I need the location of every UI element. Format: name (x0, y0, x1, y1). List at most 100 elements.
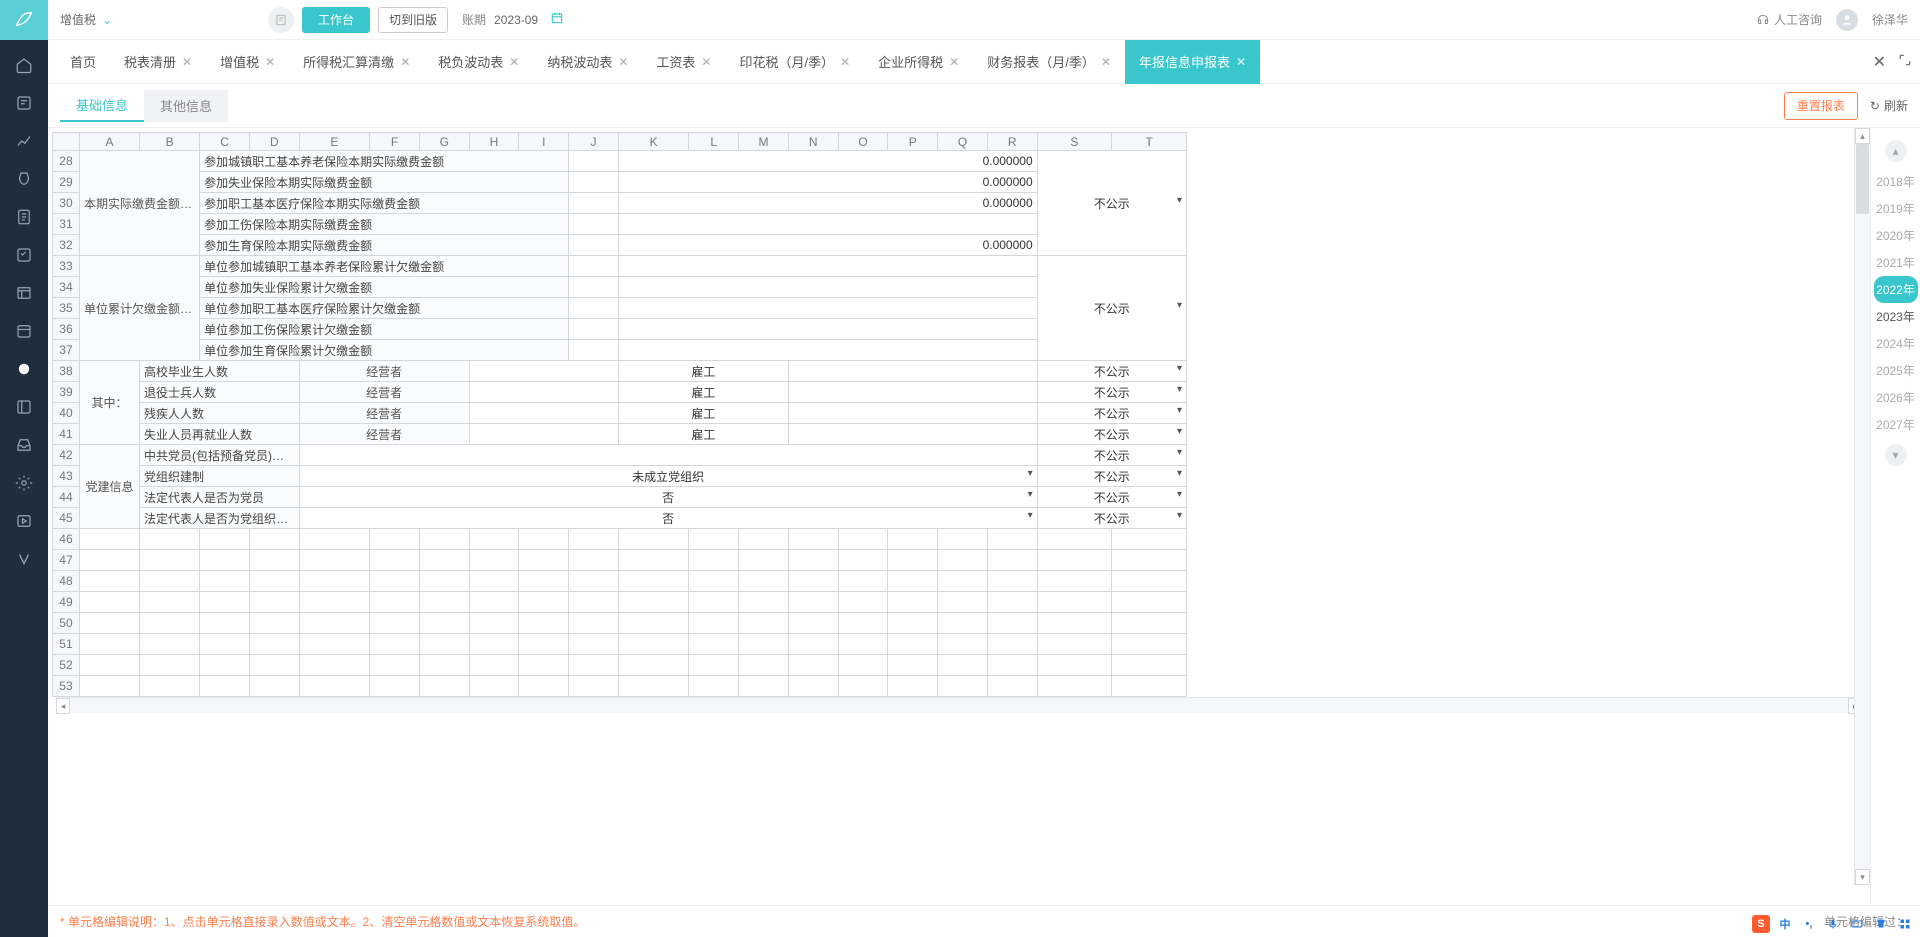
row-37[interactable]: 37 (53, 340, 80, 361)
row-28[interactable]: 28 (53, 151, 80, 172)
username[interactable]: 徐泽华 (1872, 11, 1908, 28)
value[interactable]: 0.000000 (618, 235, 1037, 256)
desc[interactable]: 残疾人人数 (140, 403, 300, 424)
cell[interactable] (689, 592, 739, 613)
col-A[interactable]: A (79, 133, 139, 151)
cell[interactable] (938, 529, 988, 550)
cell[interactable] (249, 550, 299, 571)
cell[interactable] (938, 550, 988, 571)
calendar-icon[interactable] (550, 11, 564, 28)
nav-inbox-icon[interactable] (0, 428, 48, 462)
cell[interactable] (689, 655, 739, 676)
cell[interactable] (689, 571, 739, 592)
col-G[interactable]: G (419, 133, 469, 151)
vis-select[interactable]: 不公示 (1037, 508, 1186, 529)
row-33[interactable]: 33 (53, 256, 80, 277)
cell[interactable] (739, 592, 789, 613)
cell[interactable] (569, 340, 619, 361)
vertical-scrollbar[interactable]: ▴ ▾ (1854, 128, 1870, 885)
tab-close-icon[interactable]: ✕ (949, 55, 959, 69)
nav-archive-icon[interactable] (0, 390, 48, 424)
desc[interactable]: 单位参加职工基本医疗保险累计欠缴金额 (200, 298, 569, 319)
mid-select[interactable]: 否 (299, 508, 1037, 529)
vis-select[interactable]: 不公示 (1037, 466, 1186, 487)
cell[interactable] (140, 655, 200, 676)
row-49[interactable]: 49 (53, 592, 80, 613)
cell[interactable] (618, 592, 688, 613)
col-S[interactable]: S (1037, 133, 1112, 151)
cell[interactable] (469, 529, 519, 550)
cell[interactable] (140, 613, 200, 634)
cell[interactable] (370, 550, 420, 571)
row-43[interactable]: 43 (53, 466, 80, 487)
nav-doc-icon[interactable] (0, 200, 48, 234)
ime-voice-icon[interactable] (1824, 915, 1842, 933)
cell[interactable] (299, 550, 369, 571)
desc[interactable]: 参加城镇职工基本养老保险本期实际缴费金额 (200, 151, 569, 172)
desc[interactable]: 高校毕业生人数 (140, 361, 300, 382)
year-2025年[interactable]: 2025年 (1874, 357, 1918, 384)
year-2019年[interactable]: 2019年 (1874, 195, 1918, 222)
row-41[interactable]: 41 (53, 424, 80, 445)
cell[interactable] (200, 613, 250, 634)
cell[interactable] (1037, 592, 1112, 613)
tab-纳税波动表[interactable]: 纳税波动表✕ (533, 40, 642, 84)
year-2026年[interactable]: 2026年 (1874, 384, 1918, 411)
cell[interactable] (938, 613, 988, 634)
nav-ledger-icon[interactable] (0, 86, 48, 120)
cell[interactable] (370, 676, 420, 697)
year-2021年[interactable]: 2021年 (1874, 249, 1918, 276)
ime-cn-icon[interactable]: 中 (1776, 915, 1794, 933)
year-2020年[interactable]: 2020年 (1874, 222, 1918, 249)
cell[interactable] (200, 592, 250, 613)
cell[interactable] (788, 403, 1037, 424)
cell[interactable] (249, 571, 299, 592)
nav-settings-icon[interactable] (0, 466, 48, 500)
cell[interactable] (1112, 676, 1187, 697)
nav-checklist-icon[interactable] (0, 238, 48, 272)
cell[interactable] (299, 529, 369, 550)
cell[interactable] (888, 655, 938, 676)
tab-close-icon[interactable]: ✕ (701, 55, 711, 69)
desc[interactable]: 党组织建制 (140, 466, 300, 487)
row-39[interactable]: 39 (53, 382, 80, 403)
tab-close-icon[interactable]: ✕ (840, 55, 850, 69)
cell[interactable] (569, 151, 619, 172)
cell[interactable] (987, 634, 1037, 655)
cell[interactable] (1037, 655, 1112, 676)
cell[interactable] (519, 613, 569, 634)
year-up-icon[interactable]: ▴ (1885, 140, 1907, 162)
horizontal-scrollbar[interactable]: ◂ ▸ (56, 697, 1862, 713)
col-D[interactable]: D (249, 133, 299, 151)
row-52[interactable]: 52 (53, 655, 80, 676)
tab-所得税汇算清缴[interactable]: 所得税汇算清缴✕ (289, 40, 424, 84)
tab-close-icon[interactable]: ✕ (1236, 55, 1246, 69)
col-L[interactable]: L (689, 133, 739, 151)
desc[interactable]: 单位参加生育保险累计欠缴金额 (200, 340, 569, 361)
mid-select[interactable]: 未成立党组织 (299, 466, 1037, 487)
cell[interactable] (569, 298, 619, 319)
col-C[interactable]: C (200, 133, 250, 151)
tab-企业所得税[interactable]: 企业所得税✕ (864, 40, 973, 84)
vis-select[interactable]: 不公示 (1037, 403, 1186, 424)
cell[interactable] (519, 634, 569, 655)
cell[interactable] (987, 592, 1037, 613)
cell[interactable] (1112, 634, 1187, 655)
cell[interactable] (519, 571, 569, 592)
cell[interactable] (1037, 529, 1112, 550)
value[interactable] (618, 277, 1037, 298)
cell[interactable] (888, 592, 938, 613)
year-down-icon[interactable]: ▾ (1885, 444, 1907, 466)
cell[interactable] (469, 571, 519, 592)
row-38[interactable]: 38 (53, 361, 80, 382)
tab-增值税[interactable]: 增值税✕ (206, 40, 289, 84)
cell[interactable] (200, 571, 250, 592)
ime-sogou-icon[interactable]: S (1752, 915, 1770, 933)
col-E[interactable]: E (299, 133, 369, 151)
cell[interactable] (569, 592, 619, 613)
col-Q[interactable]: Q (938, 133, 988, 151)
reset-report-button[interactable]: 重置报表 (1784, 92, 1858, 120)
cell[interactable] (469, 592, 519, 613)
tab-印花税（月/季）[interactable]: 印花税（月/季）✕ (725, 40, 864, 84)
cell[interactable] (618, 655, 688, 676)
